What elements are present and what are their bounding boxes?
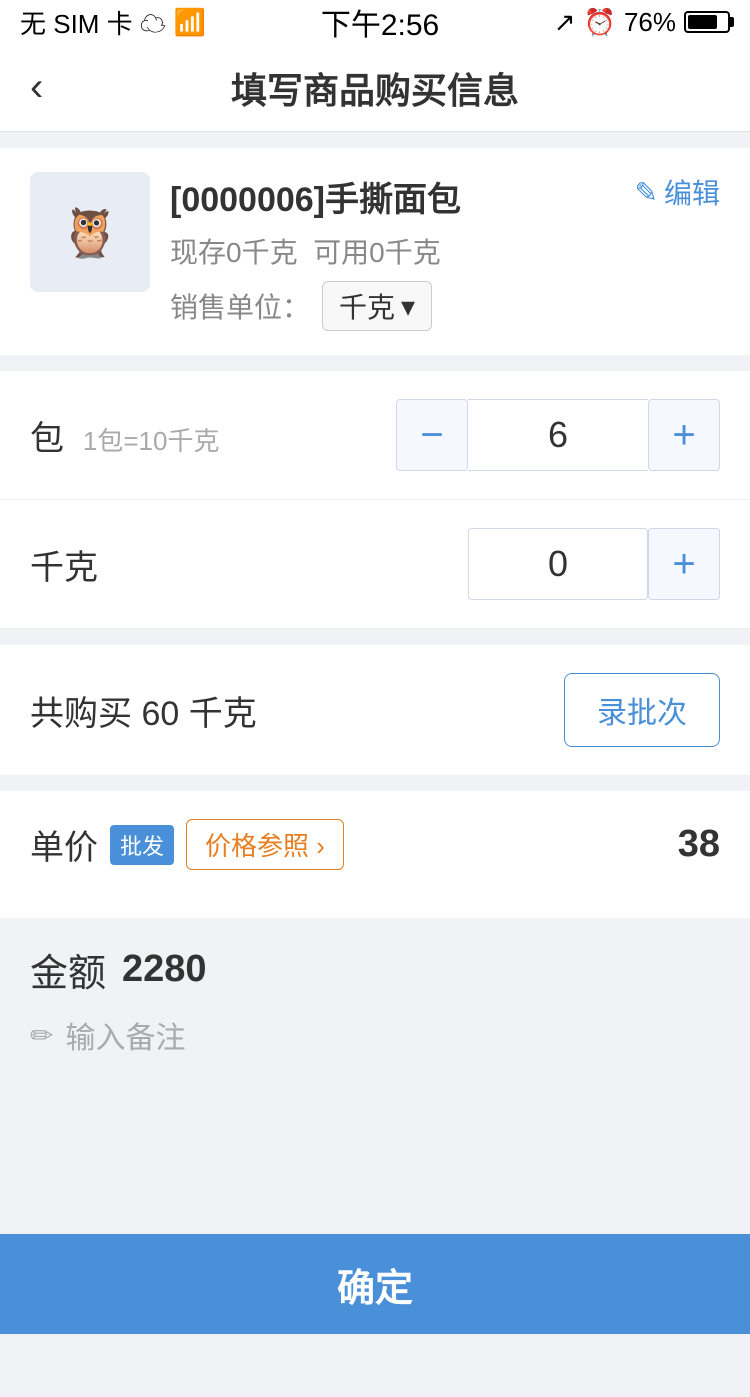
quantity-row-bao: 包 1包=10千克 − +: [0, 371, 750, 500]
amount-row: 金额 2280: [30, 942, 720, 997]
record-batch-button[interactable]: 录批次: [564, 673, 720, 747]
total-label: 共购买 60 千克: [30, 686, 257, 735]
alarm-icon: ⏰: [584, 7, 616, 38]
qty-control-bao: − +: [396, 399, 720, 471]
nav-bar: ‹ 填写商品购买信息: [0, 44, 750, 132]
qty-label-kg: 千克: [30, 540, 98, 589]
back-button[interactable]: ‹: [30, 65, 43, 110]
confirm-button[interactable]: 确定: [0, 1234, 750, 1334]
quantity-row-kg: 千克 +: [0, 500, 750, 629]
price-ref-button[interactable]: 价格参照 ›: [186, 819, 344, 870]
status-bar: 无 SIM 卡 ☁ 📶 下午2:56 ↗ ⏰ 76%: [0, 0, 750, 44]
price-section: 单价 批发 价格参照 › 38: [0, 791, 750, 918]
edit-icon: ✎: [635, 176, 658, 209]
page-title: 填写商品购买信息: [231, 62, 519, 114]
qty-increase-bao[interactable]: +: [648, 399, 720, 471]
status-right: ↗ ⏰ 76%: [554, 7, 730, 38]
location-icon: ↗: [554, 7, 576, 38]
chevron-down-icon: ▾: [401, 290, 415, 323]
edit-button[interactable]: ✎ 编辑: [635, 172, 720, 212]
amount-label: 金额: [30, 942, 106, 997]
unit-select[interactable]: 千克 ▾: [322, 281, 432, 331]
note-row[interactable]: ✏ 输入备注: [30, 1013, 720, 1077]
qty-increase-kg[interactable]: +: [648, 528, 720, 600]
amount-value: 2280: [122, 948, 207, 991]
product-stock: 现存0千克 可用0千克: [170, 231, 720, 271]
quantity-section: 包 1包=10千克 − + 千克 +: [0, 371, 750, 629]
wifi-icon: 📶: [174, 7, 206, 38]
qty-input-bao[interactable]: [468, 399, 648, 471]
wholesale-tag: 批发: [110, 825, 174, 865]
qty-input-kg[interactable]: [468, 528, 648, 600]
price-value: 38: [678, 823, 720, 866]
no-sim-label: 无 SIM 卡 ☁: [20, 4, 166, 41]
pencil-icon: ✏: [30, 1019, 53, 1052]
battery-percent: 76%: [624, 7, 676, 38]
status-left: 无 SIM 卡 ☁ 📶: [20, 4, 206, 41]
qty-decrease-bao[interactable]: −: [396, 399, 468, 471]
battery-icon: [684, 11, 730, 33]
price-label: 单价: [30, 820, 98, 869]
product-thumbnail: 🦉: [30, 172, 150, 292]
amount-section: 金额 2280 ✏ 输入备注: [0, 918, 750, 1077]
qty-control-kg: +: [468, 528, 720, 600]
product-logo-icon: 🦉: [60, 204, 120, 261]
product-card: 🦉 [0000006]手撕面包 现存0千克 可用0千克 销售单位： 千克 ▾ ✎…: [0, 148, 750, 355]
note-placeholder: 输入备注: [65, 1013, 185, 1057]
qty-label-bao: 包 1包=10千克: [30, 411, 219, 460]
status-time: 下午2:56: [321, 0, 439, 44]
price-row: 单价 批发 价格参照 › 38: [30, 819, 720, 870]
product-unit-row: 销售单位： 千克 ▾: [170, 281, 720, 331]
price-label-group: 单价 批发 价格参照 ›: [30, 819, 344, 870]
total-row: 共购买 60 千克 录批次: [0, 645, 750, 775]
